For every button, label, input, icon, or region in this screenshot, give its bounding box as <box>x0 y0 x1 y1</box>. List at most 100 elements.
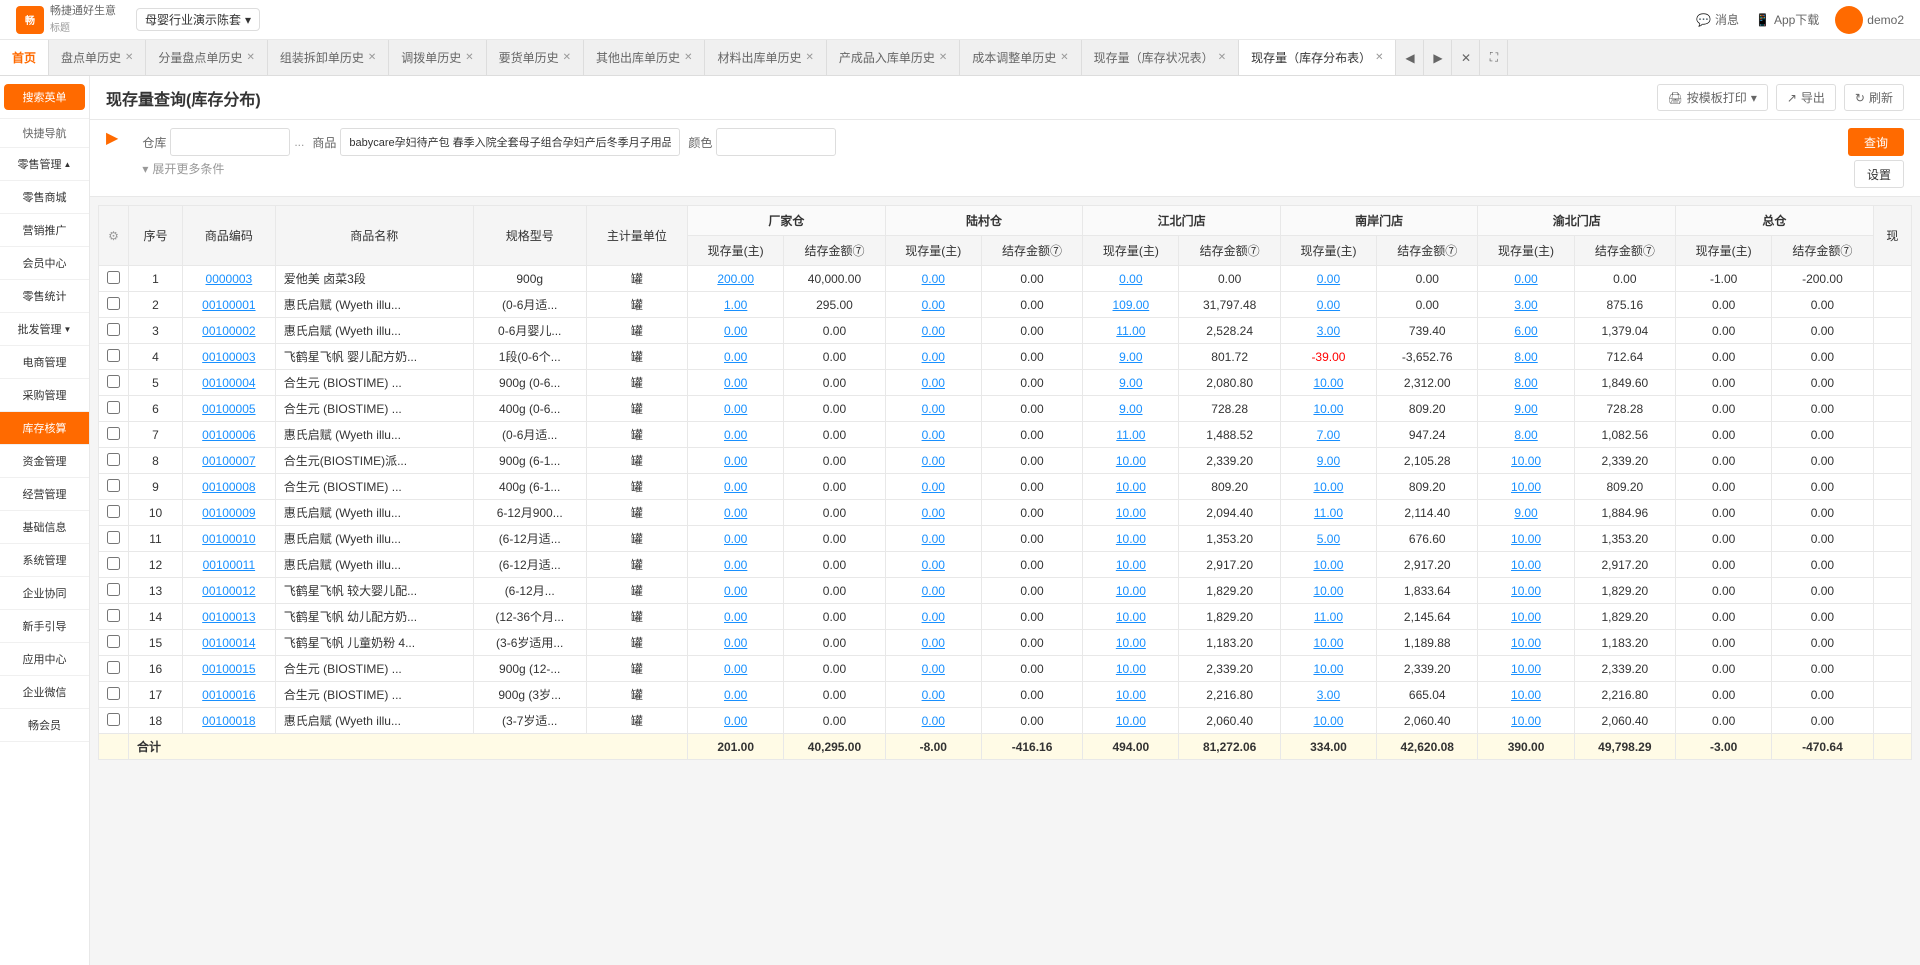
code-link[interactable]: 00100005 <box>202 402 255 416</box>
code-link[interactable]: 00100012 <box>202 584 255 598</box>
tab-cost-adjust-close[interactable]: ✕ <box>1060 52 1068 63</box>
sidebar-item-finance[interactable]: 资金管理 <box>0 445 89 478</box>
row-checkbox[interactable] <box>99 396 129 422</box>
sidebar-item-app-center[interactable]: 应用中心 <box>0 643 89 676</box>
row-checkbox[interactable] <box>99 370 129 396</box>
query-btn[interactable]: 查询 <box>1848 128 1904 156</box>
code-link[interactable]: 00100001 <box>202 298 255 312</box>
tab-product-inbound[interactable]: 产成品入库单历史 ✕ <box>827 40 960 76</box>
tab-other-outbound-close[interactable]: ✕ <box>684 52 692 63</box>
tab-assembly[interactable]: 组装拆卸单历史 ✕ <box>268 40 389 76</box>
sidebar-item-basic-info[interactable]: 基础信息 <box>0 511 89 544</box>
row-no: 7 <box>129 422 183 448</box>
code-link[interactable]: 00100011 <box>203 558 256 572</box>
sidebar-item-retail-stats[interactable]: 零售统计 <box>0 280 89 313</box>
sidebar-item-enterprise-collab[interactable]: 企业协同 <box>0 577 89 610</box>
row-checkbox[interactable] <box>99 682 129 708</box>
code-link[interactable]: 00100016 <box>202 688 255 702</box>
row-checkbox[interactable] <box>99 344 129 370</box>
filter-expand-arrow[interactable]: ▶ <box>106 128 118 148</box>
code-link[interactable]: 00100015 <box>202 662 255 676</box>
code-link[interactable]: 00100014 <box>202 636 255 650</box>
tab-cost-adjust[interactable]: 成本调整单历史 ✕ <box>960 40 1081 76</box>
row-checkbox[interactable] <box>99 630 129 656</box>
row-checkbox[interactable] <box>99 526 129 552</box>
setting-btn[interactable]: 设置 <box>1854 160 1904 188</box>
sidebar-item-stock[interactable]: 库存核算 <box>0 412 89 445</box>
sidebar-item-operations[interactable]: 经营管理 <box>0 478 89 511</box>
warehouse-input[interactable] <box>170 128 290 156</box>
sidebar-item-member-center[interactable]: 会员中心 <box>0 247 89 280</box>
code-link[interactable]: 00100013 <box>202 610 255 624</box>
code-link[interactable]: 00100009 <box>202 506 255 520</box>
row-checkbox[interactable] <box>99 292 129 318</box>
code-link[interactable]: 00100006 <box>202 428 255 442</box>
row-checkbox[interactable] <box>99 448 129 474</box>
warehouse-more-btn[interactable]: ... <box>294 135 304 149</box>
row-checkbox[interactable] <box>99 604 129 630</box>
tab-prev-btn[interactable]: ◀ <box>1396 40 1424 76</box>
sidebar-item-wechat-work[interactable]: 企业微信 <box>0 676 89 709</box>
code-link[interactable]: 00100018 <box>202 714 255 728</box>
product-input[interactable] <box>340 128 680 156</box>
row-checkbox[interactable] <box>99 266 129 292</box>
sidebar-item-marketing[interactable]: 营销推广 <box>0 214 89 247</box>
code-link[interactable]: 00100004 <box>202 376 255 390</box>
tab-assembly-close[interactable]: ✕ <box>368 52 376 63</box>
code-link[interactable]: 00100002 <box>202 324 255 338</box>
sidebar-item-onboarding[interactable]: 新手引导 <box>0 610 89 643</box>
row-checkbox[interactable] <box>99 318 129 344</box>
tab-transfer[interactable]: 调拨单历史 ✕ <box>389 40 486 76</box>
col-settings-icon[interactable]: ⚙ <box>108 229 119 243</box>
row-checkbox[interactable] <box>99 578 129 604</box>
tab-product-inbound-close[interactable]: ✕ <box>939 52 947 63</box>
row-checkbox[interactable] <box>99 474 129 500</box>
refresh-btn[interactable]: ↻ 刷新 <box>1844 84 1904 111</box>
tab-expand-btn[interactable]: ⛶ <box>1480 40 1508 76</box>
tab-partial-check[interactable]: 分量盘点单历史 ✕ <box>146 40 267 76</box>
sidebar-item-ecommerce[interactable]: 电商管理 <box>0 346 89 379</box>
code-link[interactable]: 00100007 <box>202 454 255 468</box>
search-btn[interactable]: 搜索英单 <box>4 84 85 110</box>
tab-stock-status-close[interactable]: ✕ <box>1218 52 1226 63</box>
code-link[interactable]: 0000003 <box>206 272 253 286</box>
row-checkbox[interactable] <box>99 500 129 526</box>
row-checkbox[interactable] <box>99 656 129 682</box>
tab-stock-status[interactable]: 现存量（库存状况表） ✕ <box>1082 40 1239 76</box>
sidebar-item-wholesale-mgmt[interactable]: 批发管理 ▼ <box>0 313 89 346</box>
messages-btn[interactable]: 💬 消息 <box>1696 11 1739 28</box>
tab-material-outbound-close[interactable]: ✕ <box>805 52 813 63</box>
tab-transfer-close[interactable]: ✕ <box>465 52 473 63</box>
tab-close-all-btn[interactable]: ✕ <box>1452 40 1480 76</box>
row-checkbox[interactable] <box>99 422 129 448</box>
color-input[interactable] <box>716 128 836 156</box>
quick-nav-btn[interactable]: 快捷导航 <box>0 119 89 148</box>
user-menu[interactable]: demo2 <box>1835 6 1904 34</box>
code-link[interactable]: 00100003 <box>202 350 255 364</box>
row-checkbox[interactable] <box>99 708 129 734</box>
tab-demand[interactable]: 要货单历史 ✕ <box>487 40 584 76</box>
sidebar-item-procurement[interactable]: 采购管理 <box>0 379 89 412</box>
print-btn[interactable]: 🖨 按模板打印 ▾ <box>1657 84 1768 111</box>
tab-material-outbound[interactable]: 材料出库单历史 ✕ <box>705 40 826 76</box>
tab-inventory-check-close[interactable]: ✕ <box>125 52 133 63</box>
sidebar-item-retail-mall[interactable]: 零售商城 <box>0 181 89 214</box>
tab-partial-check-close[interactable]: ✕ <box>246 52 254 63</box>
expand-more-conditions-btn[interactable]: ▾ 展开更多条件 <box>142 160 1832 177</box>
tab-demand-close[interactable]: ✕ <box>563 52 571 63</box>
code-link[interactable]: 00100008 <box>202 480 255 494</box>
sidebar-item-system[interactable]: 系统管理 <box>0 544 89 577</box>
tab-home[interactable]: 首页 <box>0 40 49 76</box>
code-link[interactable]: 00100010 <box>202 532 255 546</box>
tab-stock-dist[interactable]: 现存量（库存分布表） ✕ <box>1239 40 1396 76</box>
row-checkbox[interactable] <box>99 552 129 578</box>
sidebar-item-member-plus[interactable]: 畅会员 <box>0 709 89 742</box>
app-download-btn[interactable]: 📱 App下载 <box>1755 11 1819 28</box>
tab-other-outbound[interactable]: 其他出库单历史 ✕ <box>584 40 705 76</box>
tab-stock-dist-close[interactable]: ✕ <box>1375 52 1383 63</box>
tab-inventory-check[interactable]: 盘点单历史 ✕ <box>49 40 146 76</box>
tab-next-btn[interactable]: ▶ <box>1424 40 1452 76</box>
sidebar-item-retail-mgmt[interactable]: 零售管理 ▲ <box>0 148 89 181</box>
industry-selector[interactable]: 母婴行业演示陈套 ▾ <box>136 8 260 31</box>
export-btn[interactable]: ↗ 导出 <box>1776 84 1836 111</box>
